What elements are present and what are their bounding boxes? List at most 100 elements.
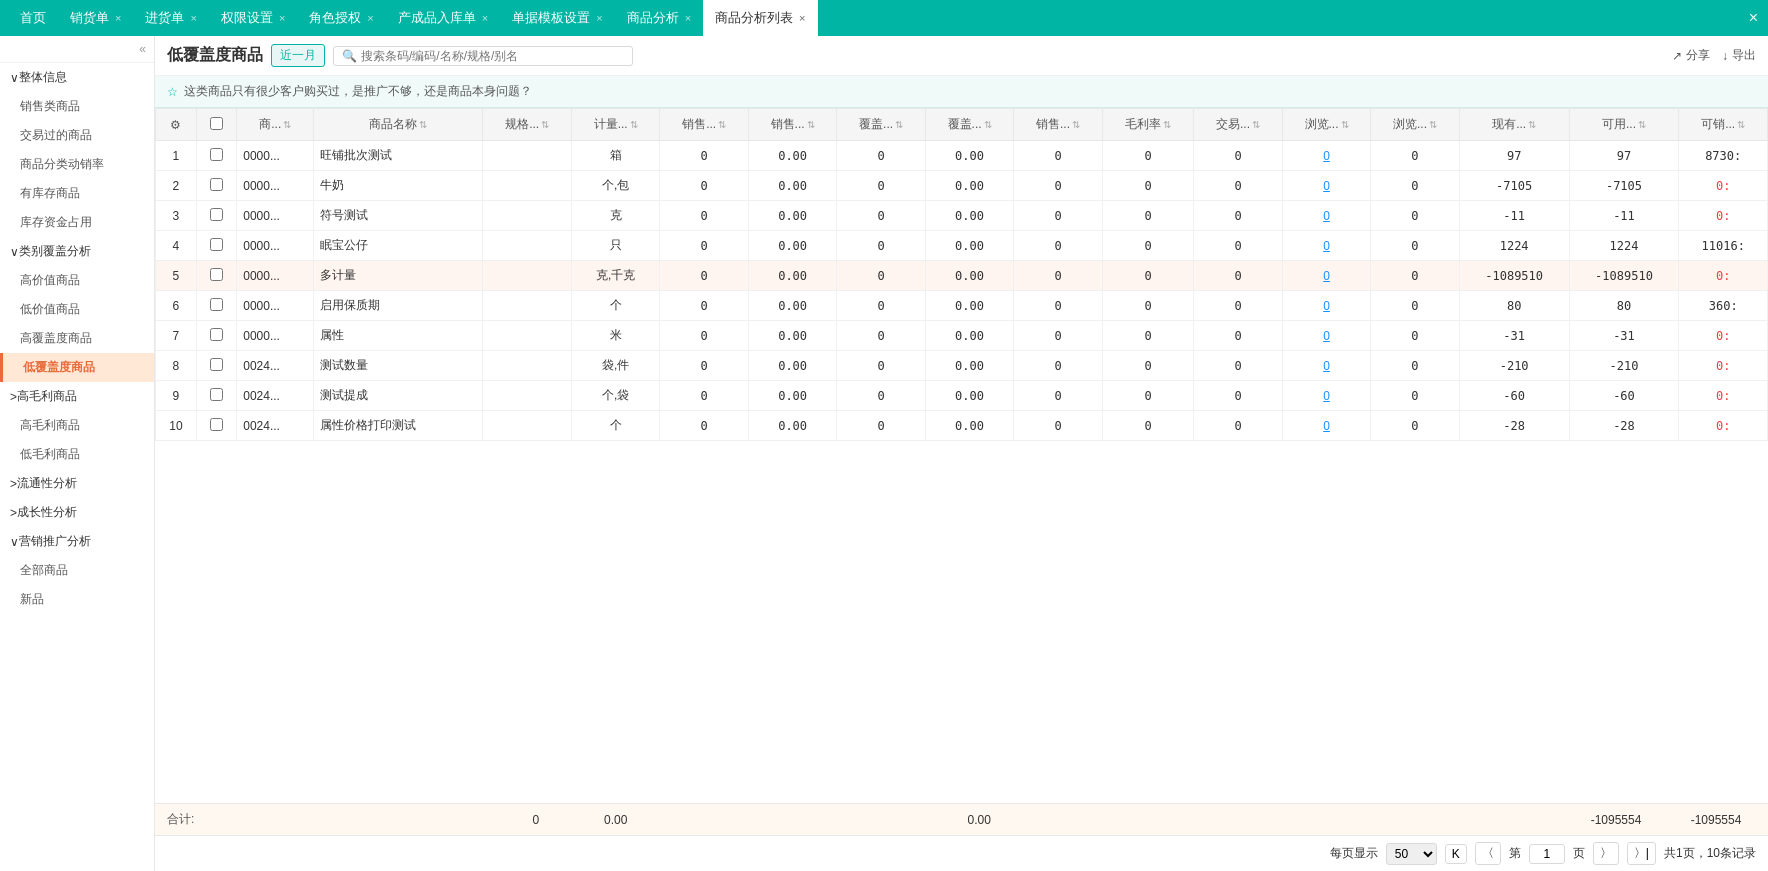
nav-tab-goods-analysis[interactable]: 商品分析 × [615, 0, 703, 36]
col-sales-amt[interactable]: 销售...⇅ [748, 109, 836, 141]
row-view1[interactable]: 0 [1282, 141, 1370, 171]
table-container[interactable]: ⚙ 商...⇅ 商品名称⇅ 规格...⇅ 计量...⇅ 销售...⇅ 销售...… [155, 108, 1768, 803]
sidebar-item-traded-goods[interactable]: 交易过的商品 [0, 121, 154, 150]
row-checkbox[interactable] [210, 328, 223, 341]
close-icon[interactable]: × [190, 12, 196, 24]
row-view1[interactable]: 0 [1282, 261, 1370, 291]
sidebar-section-marketing[interactable]: ∨ 营销推广分析 [0, 527, 154, 556]
col-cover2[interactable]: 覆盖...⇅ [925, 109, 1013, 141]
sidebar-item-high-value[interactable]: 高价值商品 [0, 266, 154, 295]
col-available[interactable]: 可用...⇅ [1569, 109, 1679, 141]
sidebar-item-in-stock[interactable]: 有库存商品 [0, 179, 154, 208]
row-checkbox[interactable] [210, 268, 223, 281]
col-name[interactable]: 商品名称⇅ [314, 109, 483, 141]
col-check[interactable] [196, 109, 236, 141]
row-view1[interactable]: 0 [1282, 411, 1370, 441]
row-view1[interactable]: 0 [1282, 351, 1370, 381]
first-page-button[interactable]: K [1445, 844, 1467, 864]
col-spec[interactable]: 规格...⇅ [483, 109, 571, 141]
row-checkbox[interactable] [210, 148, 223, 161]
sidebar-section-gross[interactable]: > 高毛利商品 [0, 382, 154, 411]
last-page-button[interactable]: 〉| [1627, 842, 1656, 865]
sidebar-item-all-goods[interactable]: 全部商品 [0, 556, 154, 585]
close-icon[interactable]: × [279, 12, 285, 24]
nav-tab-home[interactable]: 首页 [8, 0, 58, 36]
sidebar-section-coverage[interactable]: ∨ 类别覆盖分析 [0, 237, 154, 266]
sidebar-item-sales-goods[interactable]: 销售类商品 [0, 92, 154, 121]
search-box[interactable]: 🔍 [333, 46, 633, 66]
row-current: 97 [1459, 141, 1569, 171]
row-checkbox[interactable] [210, 418, 223, 431]
row-checkbox[interactable] [210, 298, 223, 311]
close-icon[interactable]: × [482, 12, 488, 24]
row-checkbox[interactable] [210, 208, 223, 221]
row-view1[interactable]: 0 [1282, 321, 1370, 351]
row-view1[interactable]: 0 [1282, 201, 1370, 231]
close-all-button[interactable]: × [1749, 9, 1758, 27]
close-icon[interactable]: × [799, 12, 805, 24]
nav-tab-purchase[interactable]: 进货单 × [133, 0, 208, 36]
row-checkbox[interactable] [210, 358, 223, 371]
col-settings[interactable]: ⚙ [156, 109, 197, 141]
col-cover1[interactable]: 覆盖...⇅ [837, 109, 925, 141]
col-trade[interactable]: 交易...⇅ [1194, 109, 1282, 141]
row-checkbox[interactable] [210, 238, 223, 251]
sidebar-item-high-coverage[interactable]: 高覆盖度商品 [0, 324, 154, 353]
col-current[interactable]: 现有...⇅ [1459, 109, 1569, 141]
row-checkbox-cell[interactable] [196, 321, 236, 351]
prev-page-button[interactable]: 〈 [1475, 842, 1501, 865]
row-checkbox[interactable] [210, 388, 223, 401]
sidebar-item-category-rate[interactable]: 商品分类动销率 [0, 150, 154, 179]
close-icon[interactable]: × [596, 12, 602, 24]
nav-tab-role[interactable]: 角色授权 × [297, 0, 385, 36]
search-input[interactable] [361, 49, 624, 63]
row-checkbox-cell[interactable] [196, 351, 236, 381]
sidebar-item-low-coverage[interactable]: 低覆盖度商品 [0, 353, 154, 382]
row-view1[interactable]: 0 [1282, 381, 1370, 411]
col-unit[interactable]: 计量...⇅ [571, 109, 659, 141]
page-input[interactable] [1529, 844, 1565, 864]
row-checkbox-cell[interactable] [196, 381, 236, 411]
sidebar-item-low-gross[interactable]: 低毛利商品 [0, 440, 154, 469]
row-checkbox-cell[interactable] [196, 411, 236, 441]
select-all-checkbox[interactable] [210, 117, 223, 130]
sidebar-section-flow[interactable]: > 流通性分析 [0, 469, 154, 498]
row-view1[interactable]: 0 [1282, 291, 1370, 321]
export-button[interactable]: ↓ 导出 [1722, 47, 1756, 64]
sidebar-item-high-gross[interactable]: 高毛利商品 [0, 411, 154, 440]
row-checkbox-cell[interactable] [196, 171, 236, 201]
sidebar-item-new-goods[interactable]: 新品 [0, 585, 154, 614]
row-checkbox-cell[interactable] [196, 141, 236, 171]
sidebar-item-low-value[interactable]: 低价值商品 [0, 295, 154, 324]
col-sellable[interactable]: 可销...⇅ [1679, 109, 1768, 141]
row-checkbox-cell[interactable] [196, 261, 236, 291]
col-sales-qty[interactable]: 销售...⇅ [660, 109, 748, 141]
sidebar-collapse-button[interactable]: « [0, 36, 154, 63]
row-checkbox-cell[interactable] [196, 291, 236, 321]
sidebar-section-growth[interactable]: > 成长性分析 [0, 498, 154, 527]
sidebar-section-overall[interactable]: ∨ 整体信息 [0, 63, 154, 92]
col-sales3[interactable]: 销售...⇅ [1014, 109, 1102, 141]
close-icon[interactable]: × [685, 12, 691, 24]
nav-tab-template[interactable]: 单据模板设置 × [500, 0, 614, 36]
nav-tab-sales[interactable]: 销货单 × [58, 0, 133, 36]
close-icon[interactable]: × [115, 12, 121, 24]
filter-recent-month-button[interactable]: 近一月 [271, 44, 325, 67]
col-view2[interactable]: 浏览...⇅ [1371, 109, 1459, 141]
row-checkbox-cell[interactable] [196, 201, 236, 231]
col-code[interactable]: 商...⇅ [237, 109, 314, 141]
sidebar-item-stock-funds[interactable]: 库存资金占用 [0, 208, 154, 237]
share-button[interactable]: ↗ 分享 [1672, 47, 1710, 64]
nav-tab-product[interactable]: 产成品入库单 × [386, 0, 500, 36]
next-page-button[interactable]: 〉 [1593, 842, 1619, 865]
per-page-select[interactable]: 50 20 100 [1386, 843, 1437, 865]
row-checkbox-cell[interactable] [196, 231, 236, 261]
close-icon[interactable]: × [367, 12, 373, 24]
col-view1[interactable]: 浏览...⇅ [1282, 109, 1370, 141]
nav-tab-permission[interactable]: 权限设置 × [209, 0, 297, 36]
nav-tab-goods-list[interactable]: 商品分析列表 × [703, 0, 817, 36]
row-view1[interactable]: 0 [1282, 231, 1370, 261]
col-gross-rate[interactable]: 毛利率⇅ [1102, 109, 1194, 141]
row-checkbox[interactable] [210, 178, 223, 191]
row-view1[interactable]: 0 [1282, 171, 1370, 201]
